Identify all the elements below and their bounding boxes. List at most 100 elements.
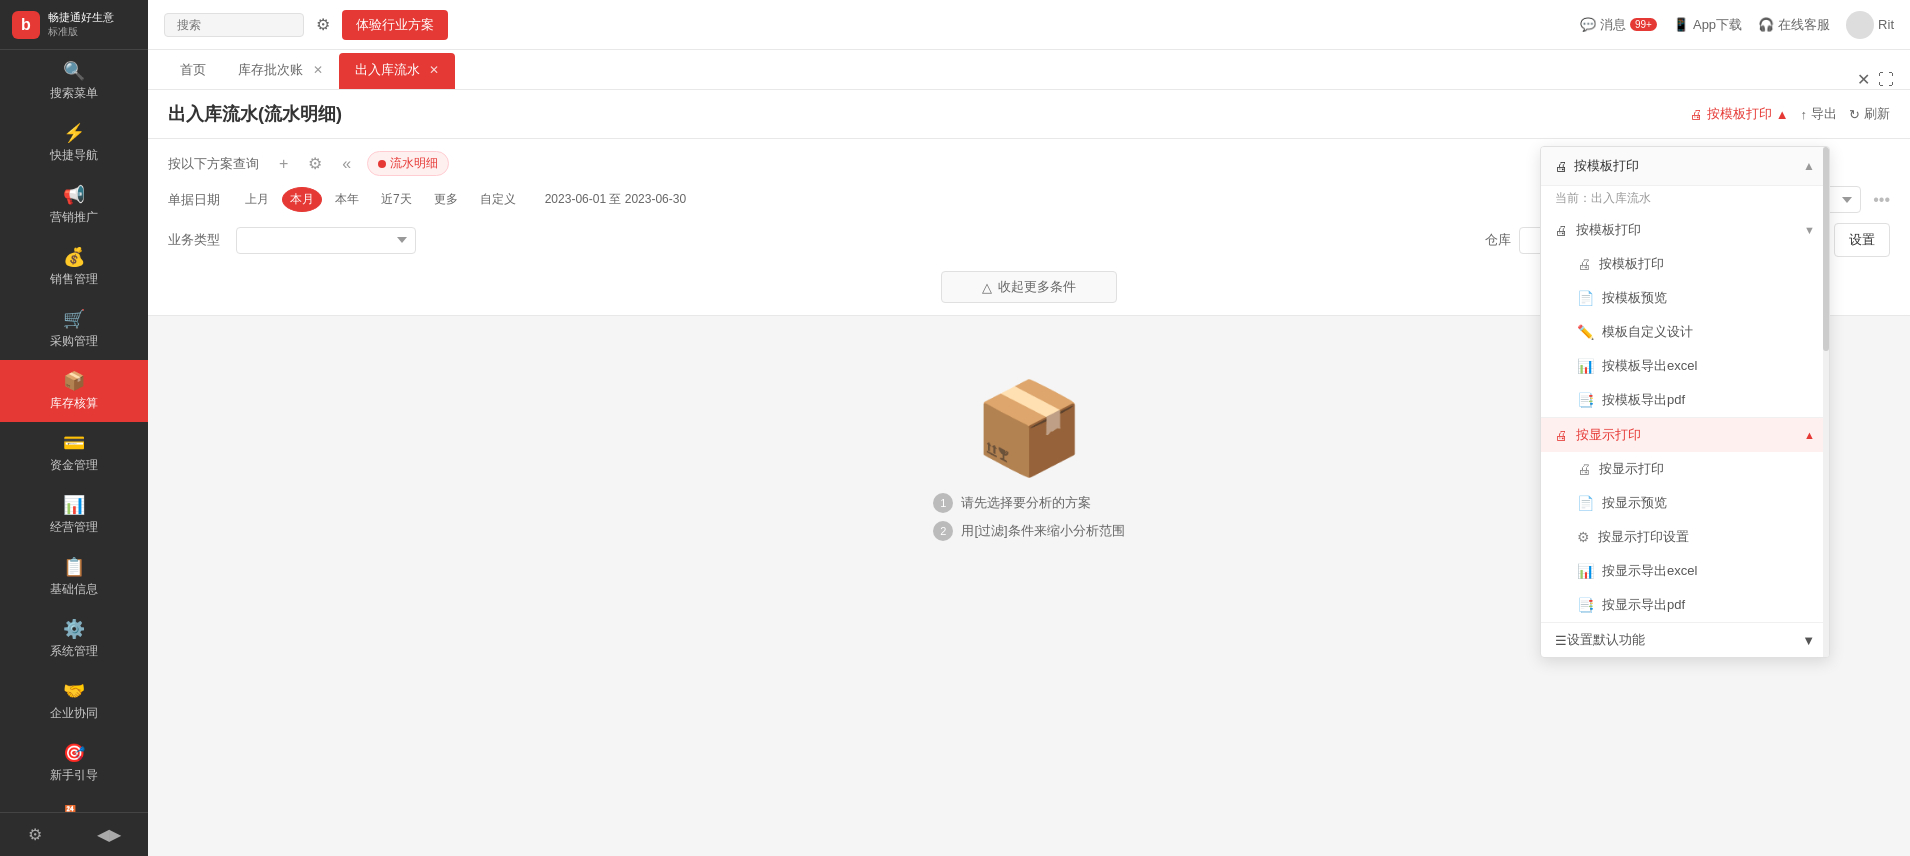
dropdown-item-display-print[interactable]: 🖨 按显示打印 <box>1541 452 1829 486</box>
dropdown-item-template-pdf[interactable]: 📑 按模板导出pdf <box>1541 383 1829 417</box>
dropdown-item-template-print[interactable]: 🖨 按模板打印 <box>1541 247 1829 281</box>
tab-flow-close[interactable]: ✕ <box>429 63 439 77</box>
sidebar-item-inventory[interactable]: 📦库存核算 <box>0 360 148 422</box>
sidebar-collab-icon: 🤝 <box>63 680 85 702</box>
filter-scheme-label: 按以下方案查询 <box>168 155 259 173</box>
online-service-btn[interactable]: 🎧 在线客服 <box>1758 16 1830 34</box>
dropdown-footer-label: 设置默认功能 <box>1567 631 1645 649</box>
user-name: Rit <box>1878 17 1894 32</box>
search-input[interactable] <box>164 13 304 37</box>
empty-hint-item-2: 2 用[过滤]条件来缩小分析范围 <box>933 521 1124 541</box>
page-content: 出入库流水(流水明细) 🖨 按模板打印 ▲ ↑ 导出 ↻ 刷新 <box>148 90 1910 856</box>
topbar-gear-icon[interactable]: ⚙ <box>316 15 330 34</box>
display-print-label: 按显示打印 <box>1599 460 1664 478</box>
industry-btn[interactable]: 体验行业方案 <box>342 10 448 40</box>
date-tab-2[interactable]: 本年 <box>326 187 368 212</box>
refresh-label: 刷新 <box>1864 105 1890 123</box>
dropdown-section-template: 🖨 按模板打印 ▼ 🖨 按模板打印 📄 按模板预览 ✏️ 模板自定义设计 <box>1541 213 1829 418</box>
print-dropdown-panel: 🖨 按模板打印 ▲ 当前：出入库流水 🖨 按模板打印 ▼ 🖨 按模板打印 <box>1540 146 1830 658</box>
date-tab-3[interactable]: 近7天 <box>372 187 421 212</box>
sidebar-finance-icon: 💳 <box>63 432 85 454</box>
sidebar-item-shortcut[interactable]: ⚡快捷导航 <box>0 112 148 174</box>
filter-tag-label: 流水明细 <box>390 155 438 172</box>
date-tab-5[interactable]: 自定义 <box>471 187 525 212</box>
dropdown-collapse-arrow[interactable]: ▲ <box>1803 159 1815 173</box>
app-download-btn[interactable]: 📱 App下载 <box>1673 16 1742 34</box>
business-type-select[interactable] <box>236 227 416 254</box>
window-controls: ✕ ⛶ <box>1857 70 1894 89</box>
sidebar-item-search[interactable]: 🔍搜索菜单 <box>0 50 148 112</box>
dropdown-header-title: 🖨 按模板打印 <box>1555 157 1639 175</box>
sidebar: b 畅捷通好生意 标准版 🔍搜索菜单⚡快捷导航📢营销推广💰销售管理🛒采购管理📦库… <box>0 0 148 856</box>
tab-home[interactable]: 首页 <box>164 53 222 89</box>
tab-flow[interactable]: 出入库流水 ✕ <box>339 53 456 89</box>
dropdown-item-template-excel[interactable]: 📊 按模板导出excel <box>1541 349 1829 383</box>
sidebar-item-sales[interactable]: 💰销售管理 <box>0 236 148 298</box>
sidebar-basic-icon: 📋 <box>63 556 85 578</box>
date-tab-0[interactable]: 上月 <box>236 187 278 212</box>
print-template-btn[interactable]: 🖨 按模板打印 ▲ <box>1690 105 1789 123</box>
refresh-btn[interactable]: ↻ 刷新 <box>1849 105 1890 123</box>
template-section-label: 按模板打印 <box>1576 221 1641 239</box>
empty-hint-item-1: 1 请先选择要分析的方案 <box>933 493 1124 513</box>
close-window-btn[interactable]: ✕ <box>1857 70 1870 89</box>
sidebar-item-marketing[interactable]: 📢营销推广 <box>0 174 148 236</box>
dropdown-item-display-preview[interactable]: 📄 按显示预览 <box>1541 486 1829 520</box>
sidebar-item-system[interactable]: ⚙️ 系统管理 <box>0 608 148 670</box>
dropdown-print-icon: 🖨 <box>1555 159 1568 174</box>
user-area[interactable]: Rit <box>1846 11 1894 39</box>
filter-add-btn[interactable]: + <box>279 155 288 173</box>
filter-tag: 流水明细 <box>367 151 449 176</box>
settings-footer-icon[interactable]: ⚙ <box>28 825 42 844</box>
expand-window-btn[interactable]: ⛶ <box>1878 71 1894 89</box>
sidebar-item-appstore[interactable]: 🏪应用中心 <box>0 794 148 812</box>
sidebar-shortcut-icon: ⚡ <box>63 122 85 144</box>
dropdown-section-template-header[interactable]: 🖨 按模板打印 ▼ <box>1541 213 1829 247</box>
dropdown-footer[interactable]: ☰ 设置默认功能 ▼ <box>1541 623 1829 657</box>
tab-batch-close[interactable]: ✕ <box>313 63 323 77</box>
sidebar-item-label-search: 搜索菜单 <box>50 85 98 102</box>
sidebar-item-guide[interactable]: 🎯新手引导 <box>0 732 148 794</box>
main-area: ⚙ 体验行业方案 💬 消息 99+ 📱 App下载 🎧 在线客服 Rit <box>148 0 1910 856</box>
sidebar-item-basic[interactable]: 📋基础信息 <box>0 546 148 608</box>
date-tab-1[interactable]: 本月 <box>282 187 322 212</box>
item-preview-label: 按模板预览 <box>1602 289 1667 307</box>
export-btn[interactable]: ↑ 导出 <box>1801 105 1838 123</box>
tab-batch[interactable]: 库存批次账 ✕ <box>222 53 339 89</box>
collapse-footer-icon[interactable]: ◀▶ <box>97 825 121 844</box>
dropdown-item-display-settings[interactable]: ⚙ 按显示打印设置 <box>1541 520 1829 554</box>
print-icon: 🖨 <box>1690 107 1703 122</box>
settings-btn[interactable]: 设置 <box>1834 223 1890 257</box>
sidebar-system-icon: ⚙️ <box>63 618 85 640</box>
dropdown-item-display-pdf[interactable]: 📑 按显示导出pdf <box>1541 588 1829 622</box>
sidebar-item-operation[interactable]: 📊经营管理 <box>0 484 148 546</box>
page-header-actions: 🖨 按模板打印 ▲ ↑ 导出 ↻ 刷新 <box>1690 105 1890 135</box>
date-tab-4[interactable]: 更多 <box>425 187 467 212</box>
message-btn[interactable]: 💬 消息 99+ <box>1580 16 1657 34</box>
item-design-label: 模板自定义设计 <box>1602 323 1693 341</box>
hint-num-1: 1 <box>933 493 953 513</box>
topbar-left: ⚙ 体验行业方案 <box>164 10 448 40</box>
tab-bar: 首页 库存批次账 ✕ 出入库流水 ✕ ✕ ⛶ <box>148 50 1910 90</box>
sidebar-item-collab[interactable]: 🤝企业协同 <box>0 670 148 732</box>
display-pdf-icon: 📑 <box>1577 597 1594 613</box>
sidebar-item-label-system: 系统管理 <box>50 643 98 660</box>
dropdown-item-template-preview[interactable]: 📄 按模板预览 <box>1541 281 1829 315</box>
message-icon: 💬 <box>1580 17 1596 32</box>
date-tabs: 上月本月本年近7天更多自定义 <box>236 187 525 212</box>
dropdown-section-display-header[interactable]: 🖨 按显示打印 ▲ <box>1541 418 1829 452</box>
doc-type-more-icon[interactable]: ••• <box>1873 191 1890 209</box>
dropdown-scrollbar-thumb[interactable] <box>1823 147 1829 351</box>
dropdown-item-template-design[interactable]: ✏️ 模板自定义设计 <box>1541 315 1829 349</box>
dropdown-item-display-excel[interactable]: 📊 按显示导出excel <box>1541 554 1829 588</box>
sidebar-item-finance[interactable]: 💳资金管理 <box>0 422 148 484</box>
online-service-label: 在线客服 <box>1778 16 1830 34</box>
item-design-icon: ✏️ <box>1577 324 1594 340</box>
filter-settings-btn[interactable]: ⚙ <box>308 154 322 173</box>
logo-icon: b <box>12 11 40 39</box>
filter-collapse-left-btn[interactable]: « <box>342 155 351 173</box>
logo-area: b 畅捷通好生意 标准版 <box>0 0 148 50</box>
dropdown-section-display: 🖨 按显示打印 ▲ 🖨 按显示打印 📄 按显示预览 ⚙ 按显示打印设置 <box>1541 418 1829 623</box>
collapse-filter-btn[interactable]: △ 收起更多条件 <box>941 271 1117 303</box>
sidebar-item-purchase[interactable]: 🛒采购管理 <box>0 298 148 360</box>
